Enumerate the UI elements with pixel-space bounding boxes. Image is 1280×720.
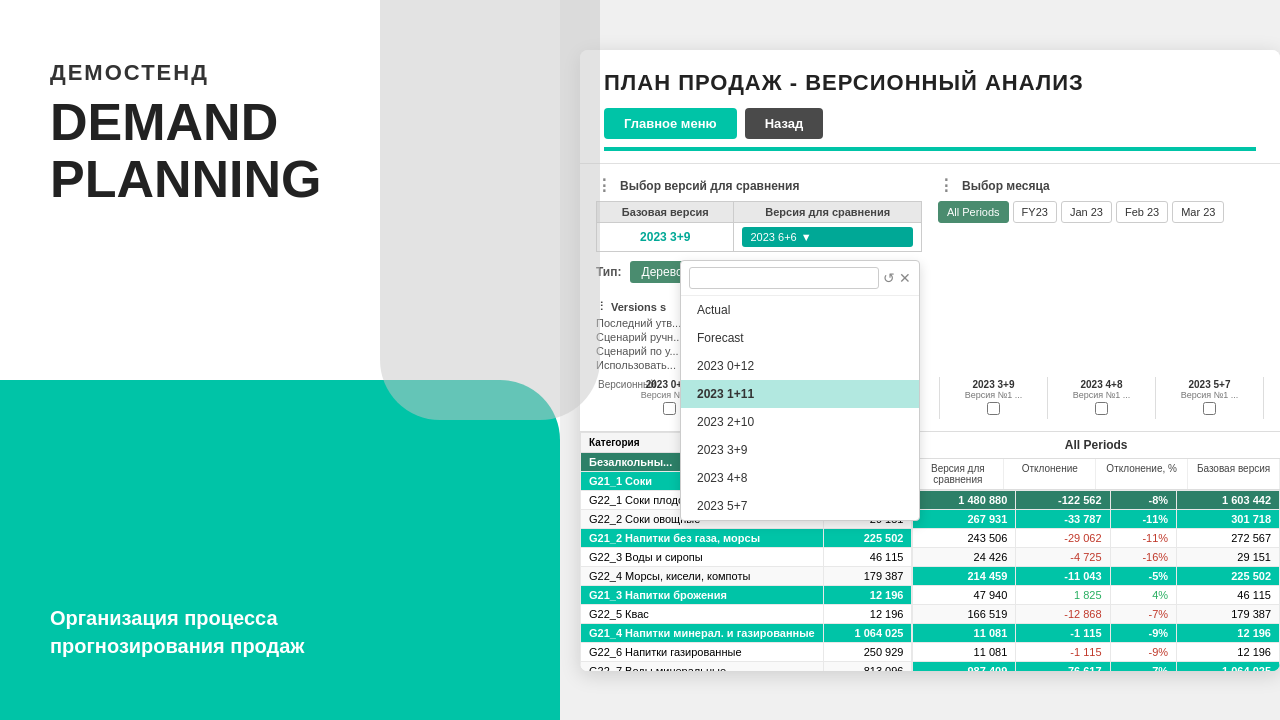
tab-all-periods[interactable]: All Periods — [938, 201, 1009, 223]
bottom-text: Организация процесса прогнозирования про… — [50, 604, 305, 660]
table-row: G21_4 Напитки минерал. и газированные 1 … — [581, 624, 912, 643]
dropdown-item[interactable]: Actual — [681, 296, 919, 324]
compare-col-header: Версия для сравнения — [912, 459, 1004, 489]
nav-buttons: Главное меню Назад — [604, 108, 1256, 139]
month-col-4: 2023 4+8Версия №1 ... — [1048, 377, 1156, 419]
dropdown-item[interactable]: 2023 5+7 — [681, 492, 919, 520]
dev-col-header: Отклонение — [1004, 459, 1096, 489]
dropdown-items-list: ActualForecast2023 0+122023 1+112023 2+1… — [681, 296, 919, 520]
analysis-tbody: 1 480 880 -122 562 -8% 1 603 442 267 931… — [913, 491, 1280, 672]
main-menu-button[interactable]: Главное меню — [604, 108, 737, 139]
table-row: G22_3 Воды и сиропы 46 115 — [581, 548, 912, 567]
progress-bar — [604, 147, 1256, 151]
dev-pct-col-header: Отклонение, % — [1096, 459, 1188, 489]
analysis-row: 11 081 -1 115 -9% 12 196 — [913, 624, 1280, 643]
analysis-row: 47 940 1 825 4% 46 115 — [913, 586, 1280, 605]
bg-teal-shape — [0, 380, 560, 720]
month-col-checkbox-4[interactable] — [1095, 402, 1108, 415]
tab-mar23[interactable]: Mar 23 — [1172, 201, 1224, 223]
table-row: G22_7 Воды минеральные 813 096 — [581, 662, 912, 672]
version-header-label: Версионный — [596, 377, 616, 419]
page-title: ПЛАН ПРОДАЖ - ВЕРСИОННЫЙ АНАЛИЗ — [604, 70, 1256, 96]
all-periods-header: All Periods — [912, 432, 1280, 459]
table-row: G21_2 Напитки без газа, морсы 225 502 — [581, 529, 912, 548]
dropdown-item[interactable]: 2023 0+12 — [681, 352, 919, 380]
analysis-row: 24 426 -4 725 -16% 29 151 — [913, 548, 1280, 567]
compare-version-dropdown[interactable]: 2023 6+6 ▼ — [742, 227, 913, 247]
dropdown-item[interactable]: Forecast — [681, 324, 919, 352]
tab-jan23[interactable]: Jan 23 — [1061, 201, 1112, 223]
analysis-row: 987 409 -76 617 -7% 1 064 025 — [913, 662, 1280, 672]
analysis-row: 11 081 -1 115 -9% 12 196 — [913, 643, 1280, 662]
table-row: G22_5 Квас 12 196 — [581, 605, 912, 624]
right-panel: ПЛАН ПРОДАЖ - ВЕРСИОННЫЙ АНАЛИЗ Главное … — [560, 0, 1280, 720]
base-col-header: Базовая версия — [1188, 459, 1280, 489]
base-version-header: Базовая версия — [597, 202, 734, 223]
dropdown-close-icon[interactable]: ✕ — [899, 270, 911, 286]
base-version-value: 2023 3+9 — [597, 223, 734, 252]
tab-feb23[interactable]: Feb 23 — [1116, 201, 1168, 223]
dropdown-item[interactable]: 2023 3+9 — [681, 436, 919, 464]
dropdown-refresh-icon[interactable]: ↺ — [883, 270, 895, 286]
table-row: G22_6 Напитки газированные 250 929 — [581, 643, 912, 662]
compare-version-cell[interactable]: 2023 6+6 ▼ — [734, 223, 922, 252]
analysis-row: 243 506 -29 062 -11% 272 567 — [913, 529, 1280, 548]
month-col-5: 2023 5+7Версия №1 ... — [1156, 377, 1264, 419]
panel-header: ПЛАН ПРОДАЖ - ВЕРСИОННЫЙ АНАЛИЗ Главное … — [580, 50, 1280, 164]
month-selector-section: ⋮ Выбор месяца All Periods FY23 Jan 23 F… — [938, 176, 1264, 292]
back-button[interactable]: Назад — [745, 108, 824, 139]
version-dropdown-overlay: ↺ ✕ ActualForecast2023 0+122023 1+112023… — [680, 260, 920, 521]
analysis-row: 267 931 -33 787 -11% 301 718 — [913, 510, 1280, 529]
analysis-row: 1 480 880 -122 562 -8% 1 603 442 — [913, 491, 1280, 510]
tab-fy23[interactable]: FY23 — [1013, 201, 1057, 223]
analysis-row: 166 519 -12 868 -7% 179 387 — [913, 605, 1280, 624]
month-tabs: All Periods FY23 Jan 23 Feb 23 Mar 23 — [938, 201, 1264, 223]
dropdown-item[interactable]: 2023 2+10 — [681, 408, 919, 436]
table-row: G22_4 Морсы, кисели, компоты 179 387 — [581, 567, 912, 586]
demo-label: ДЕМОСТЕНД — [50, 60, 510, 86]
version-table: Базовая версия Версия для сравнения 2023… — [596, 201, 922, 252]
analysis-table: 1 480 880 -122 562 -8% 1 603 442 267 931… — [912, 490, 1280, 671]
table-row: G21_3 Напитки брожения 12 196 — [581, 586, 912, 605]
compare-version-header: Версия для сравнения — [734, 202, 922, 223]
month-col-3: 2023 3+9Версия №1 ... — [940, 377, 1048, 419]
dropdown-search-input[interactable] — [689, 267, 879, 289]
dropdown-item[interactable]: 2023 1+11 — [681, 380, 919, 408]
dots-icon-2: ⋮ — [938, 176, 954, 195]
left-panel: ДЕМОСТЕНД DEMAND PLANNING Организация пр… — [0, 0, 560, 720]
month-col-checkbox-5[interactable] — [1203, 402, 1216, 415]
app-title: DEMAND PLANNING — [50, 94, 510, 208]
version-selector-label: ⋮ Выбор версий для сравнения — [596, 176, 922, 195]
chevron-down-icon: ▼ — [801, 231, 812, 243]
month-col-checkbox-0[interactable] — [663, 402, 676, 415]
month-col-checkbox-3[interactable] — [987, 402, 1000, 415]
analysis-row: 214 459 -11 043 -5% 225 502 — [913, 567, 1280, 586]
all-periods-cols: Версия для сравнения Отклонение Отклонен… — [912, 459, 1280, 490]
dropdown-item[interactable]: 2023 4+8 — [681, 464, 919, 492]
month-selector-label: ⋮ Выбор месяца — [938, 176, 1264, 195]
dropdown-search-row: ↺ ✕ — [681, 261, 919, 296]
all-periods-col: All Periods Версия для сравнения Отклоне… — [912, 432, 1280, 671]
